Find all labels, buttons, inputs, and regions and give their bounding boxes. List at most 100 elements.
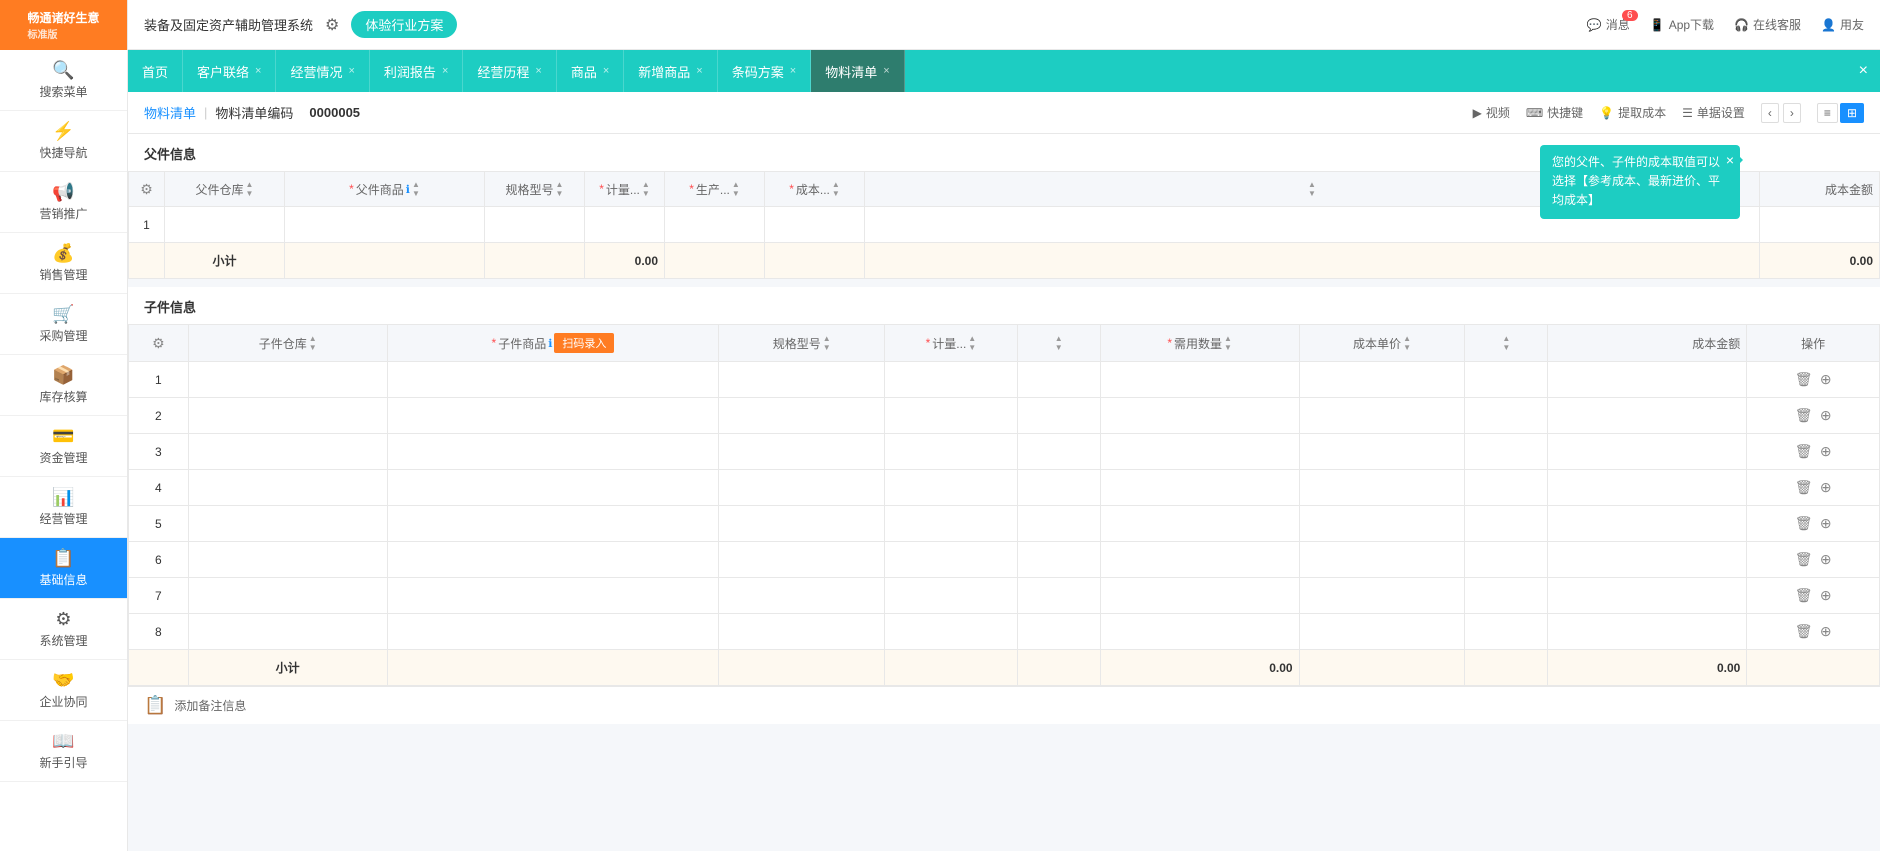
th-child-unit[interactable]: *计量...▲▼ [885, 325, 1018, 362]
child-row1-unitprice[interactable] [1299, 362, 1465, 398]
th-parent-prod[interactable]: *生产...▲▼ [665, 172, 765, 207]
child-row2-qty[interactable] [1100, 398, 1299, 434]
nav-close-all[interactable]: × [1847, 62, 1880, 80]
tab-profit[interactable]: 利润报告 × [370, 50, 463, 92]
copy-icon-8[interactable]: ⊕ [1820, 623, 1832, 639]
child-row6-unitprice[interactable] [1299, 542, 1465, 578]
child-row6-qty[interactable] [1100, 542, 1299, 578]
child-row5-unitprice[interactable] [1299, 506, 1465, 542]
child-row6-warehouse[interactable] [188, 542, 387, 578]
child-row4-product[interactable] [387, 470, 719, 506]
tooltip-close[interactable]: × [1726, 149, 1734, 171]
sidebar-item-basic-info[interactable]: 📋 基础信息 [0, 538, 127, 599]
sidebar-item-quicknav[interactable]: ⚡ 快捷导航 [0, 111, 127, 172]
breadcrumb-link[interactable]: 物料清单 [144, 103, 196, 122]
child-row2-product[interactable] [387, 398, 719, 434]
parent-row1-warehouse[interactable] [165, 207, 285, 243]
tab-customer-close[interactable]: × [255, 65, 261, 77]
child-row7-spec[interactable] [719, 578, 885, 614]
extract-cost-action[interactable]: 💡 提取成本 [1599, 104, 1666, 121]
child-row5-spec[interactable] [719, 506, 885, 542]
sidebar-item-newbie[interactable]: 📖 新手引导 [0, 721, 127, 782]
copy-icon-2[interactable]: ⊕ [1820, 407, 1832, 423]
sidebar-item-finance[interactable]: 💳 资金管理 [0, 416, 127, 477]
tab-bom-close[interactable]: × [883, 65, 889, 77]
child-row1-product[interactable] [387, 362, 719, 398]
child-row1-spec[interactable] [719, 362, 885, 398]
th-child-qty[interactable]: *需用数量▲▼ [1100, 325, 1299, 362]
child-row5-unit[interactable] [885, 506, 1018, 542]
child-row8-spec[interactable] [719, 614, 885, 650]
th-child-gear[interactable]: ⚙ [129, 325, 189, 362]
copy-icon-1[interactable]: ⊕ [1820, 371, 1832, 387]
copy-icon-4[interactable]: ⊕ [1820, 479, 1832, 495]
child-row6-product[interactable] [387, 542, 719, 578]
copy-icon-6[interactable]: ⊕ [1820, 551, 1832, 567]
tab-barcode[interactable]: 条码方案 × [718, 50, 811, 92]
delete-icon-8[interactable]: 🗑 [1795, 623, 1813, 639]
child-row2-warehouse[interactable] [188, 398, 387, 434]
sidebar-item-marketing[interactable]: 📢 营销推广 [0, 172, 127, 233]
online-service-item[interactable]: 🎧 在线客服 [1734, 16, 1801, 33]
video-action[interactable]: ▶ 视频 [1473, 104, 1510, 121]
child-row8-qty[interactable] [1100, 614, 1299, 650]
child-row8-unit[interactable] [885, 614, 1018, 650]
copy-icon-7[interactable]: ⊕ [1820, 587, 1832, 603]
tab-operations[interactable]: 经营情况 × [276, 50, 369, 92]
nav-prev[interactable]: ‹ [1761, 103, 1779, 123]
th-child-warehouse[interactable]: 子件仓库▲▼ [188, 325, 387, 362]
child-row3-unit[interactable] [885, 434, 1018, 470]
child-row3-warehouse[interactable] [188, 434, 387, 470]
child-row5-qty[interactable] [1100, 506, 1299, 542]
child-row6-unit[interactable] [885, 542, 1018, 578]
child-row3-unitprice[interactable] [1299, 434, 1465, 470]
th-parent-cost[interactable]: *成本...▲▼ [765, 172, 865, 207]
parent-row1-product[interactable] [285, 207, 485, 243]
child-row2-spec[interactable] [719, 398, 885, 434]
delete-icon-3[interactable]: 🗑 [1795, 443, 1813, 459]
copy-icon-5[interactable]: ⊕ [1820, 515, 1832, 531]
th-child-product[interactable]: *子件商品ℹ 扫码录入 [387, 325, 719, 362]
tab-profit-close[interactable]: × [442, 65, 448, 77]
child-row1-unit[interactable] [885, 362, 1018, 398]
sidebar-item-purchase[interactable]: 🛒 采购管理 [0, 294, 127, 355]
child-row6-spec[interactable] [719, 542, 885, 578]
child-row4-spec[interactable] [719, 470, 885, 506]
tab-home[interactable]: 首页 [128, 50, 183, 92]
shortcut-action[interactable]: ⌨ 快捷键 [1526, 104, 1583, 121]
th-child-spec[interactable]: 规格型号▲▼ [719, 325, 885, 362]
settings-icon[interactable]: ⚙ [325, 15, 339, 35]
child-row7-unit[interactable] [885, 578, 1018, 614]
tab-goods-close[interactable]: × [603, 65, 609, 77]
delete-icon-6[interactable]: 🗑 [1795, 551, 1813, 567]
tab-history-close[interactable]: × [535, 65, 541, 77]
child-row7-product[interactable] [387, 578, 719, 614]
child-row4-warehouse[interactable] [188, 470, 387, 506]
sidebar-item-system[interactable]: ⚙ 系统管理 [0, 599, 127, 660]
tab-newgoods-close[interactable]: × [696, 65, 702, 77]
child-row7-unitprice[interactable] [1299, 578, 1465, 614]
parent-row1-spec[interactable] [485, 207, 585, 243]
trial-button[interactable]: 体验行业方案 [351, 11, 457, 38]
child-row2-unit[interactable] [885, 398, 1018, 434]
child-row8-product[interactable] [387, 614, 719, 650]
tab-bom[interactable]: 物料清单 × [811, 50, 904, 92]
sidebar-item-operations[interactable]: 📊 经营管理 [0, 477, 127, 538]
sidebar-item-sales[interactable]: 💰 销售管理 [0, 233, 127, 294]
th-parent-product[interactable]: *父件商品ℹ▲▼ [285, 172, 485, 207]
tab-barcode-close[interactable]: × [790, 65, 796, 77]
child-gear-icon[interactable]: ⚙ [152, 335, 165, 351]
tab-goods[interactable]: 商品 × [557, 50, 624, 92]
child-row5-warehouse[interactable] [188, 506, 387, 542]
copy-icon-3[interactable]: ⊕ [1820, 443, 1832, 459]
child-row4-unit[interactable] [885, 470, 1018, 506]
child-row8-unitprice[interactable] [1299, 614, 1465, 650]
child-row2-unitprice[interactable] [1299, 398, 1465, 434]
gear-icon[interactable]: ⚙ [140, 181, 153, 197]
nav-next[interactable]: › [1783, 103, 1801, 123]
delete-icon-2[interactable]: 🗑 [1795, 407, 1813, 423]
sidebar-item-enterprise[interactable]: 🤝 企业协同 [0, 660, 127, 721]
message-item[interactable]: 💬 消息 6 [1587, 16, 1630, 33]
th-child-sort[interactable]: ▲▼ [1017, 325, 1100, 362]
th-child-sort2[interactable]: ▲▼ [1465, 325, 1548, 362]
